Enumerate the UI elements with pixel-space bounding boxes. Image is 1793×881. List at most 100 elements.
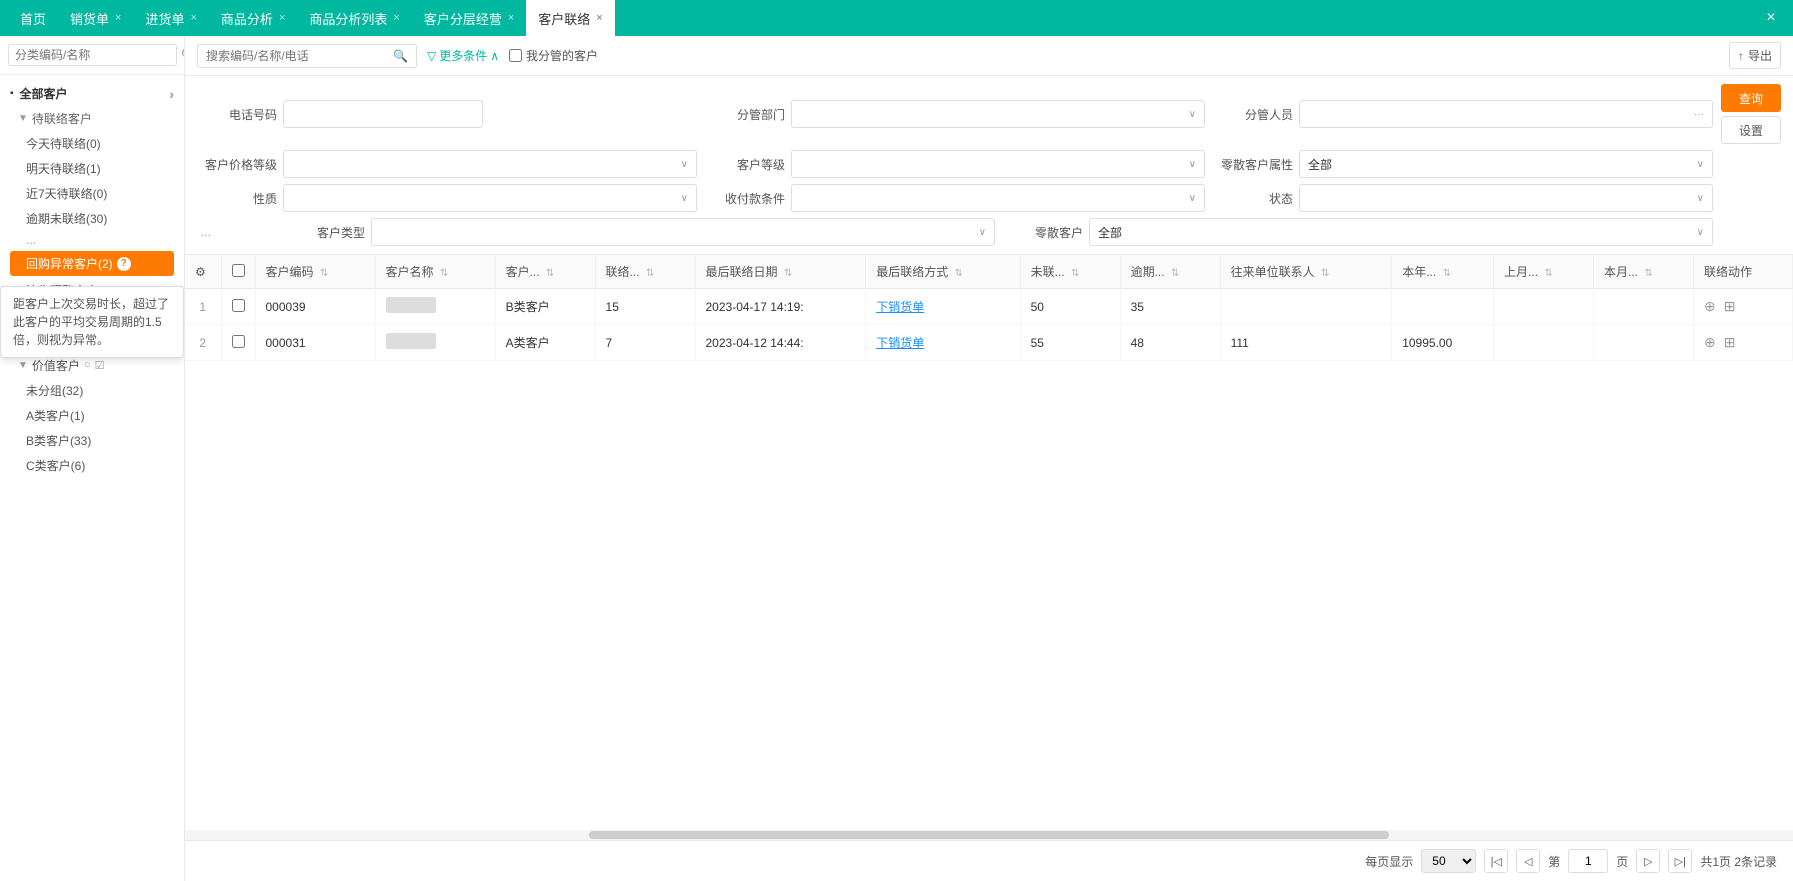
- retail-customer-label: 零散客户: [1003, 224, 1083, 241]
- row2-link-icon[interactable]: ⊕: [1704, 334, 1716, 351]
- row2-contact-count: 7: [595, 325, 695, 361]
- row2-last-month: [1494, 325, 1594, 361]
- more-pending-btn[interactable]: ...: [26, 233, 36, 247]
- more-conditions-btn[interactable]: ▽ 更多条件 ∧: [427, 47, 499, 64]
- pending-group-label[interactable]: ▼ 待联络客户: [10, 106, 174, 131]
- payment-select[interactable]: ∨: [791, 184, 1205, 212]
- th-unit-contact[interactable]: 往来单位联系人 ⇅: [1220, 255, 1392, 289]
- th-last-month[interactable]: 上月... ⇅: [1494, 255, 1594, 289]
- close-product-analysis[interactable]: ×: [279, 12, 285, 24]
- sidebar-item-b-class[interactable]: B类客户(33): [10, 428, 174, 453]
- sidebar-item-tomorrow[interactable]: 明天待联络(1): [10, 156, 174, 181]
- sidebar-item-overdue[interactable]: 逾期未联络(30): [10, 206, 174, 231]
- settings-button[interactable]: 设置: [1721, 116, 1781, 144]
- person-select[interactable]: ···: [1299, 100, 1713, 128]
- sidebar-search-input[interactable]: [8, 44, 177, 66]
- row1-checkbox-cell[interactable]: [221, 289, 255, 325]
- th-checkbox[interactable]: [221, 255, 255, 289]
- th-type[interactable]: 客户... ⇅: [495, 255, 595, 289]
- prev-page-btn[interactable]: ◁: [1516, 849, 1540, 873]
- row2-checkbox-cell[interactable]: [221, 325, 255, 361]
- nav-purchase-order[interactable]: 进货单 ×: [133, 0, 208, 36]
- row1-grid-icon[interactable]: ⊞: [1724, 298, 1736, 315]
- close-sales-order[interactable]: ×: [115, 12, 121, 24]
- nav-product-analysis[interactable]: 商品分析 ×: [209, 0, 297, 36]
- status-select[interactable]: ∨: [1299, 184, 1713, 212]
- query-button[interactable]: 查询: [1721, 84, 1781, 112]
- row1-link-icon[interactable]: ⊕: [1704, 298, 1716, 315]
- payment-label: 收付款条件: [705, 190, 785, 207]
- sidebar-item-today[interactable]: 今天待联络(0): [10, 131, 174, 156]
- select-all-checkbox[interactable]: [232, 264, 245, 277]
- nav-home[interactable]: 首页: [8, 0, 58, 36]
- retail-attr-field: 零散客户属性 全部 ∨: [1213, 150, 1713, 178]
- row1-last-contact-date: 2023-04-17 14:19:: [695, 289, 866, 325]
- th-name[interactable]: 客户名称 ⇅: [375, 255, 495, 289]
- sidebar-item-a-class[interactable]: A类客户(1): [10, 403, 174, 428]
- nav-sales-order[interactable]: 销货单 ×: [58, 0, 133, 36]
- phone-input[interactable]: [283, 100, 483, 128]
- sidebar: 🔍 ▪ 全部客户 › ▼ 待联络客户 今天待联络(0) 明天待联络(1) 近7天…: [0, 36, 185, 881]
- th-settings[interactable]: ⚙: [185, 255, 221, 289]
- th-last-contact-method[interactable]: 最后联络方式 ⇅: [866, 255, 1020, 289]
- next-page-btn[interactable]: ▷: [1636, 849, 1660, 873]
- sidebar-search-icon[interactable]: 🔍: [181, 48, 185, 62]
- sidebar-item-c-class[interactable]: C类客户(6): [10, 453, 174, 478]
- price-group-icon-circle[interactable]: ○: [84, 359, 91, 372]
- th-last-contact-date[interactable]: 最后联络日期 ⇅: [695, 255, 866, 289]
- price-group-label[interactable]: 价值客户: [32, 357, 80, 374]
- sidebar-item-ungraded[interactable]: 未分组(32): [10, 378, 174, 403]
- sidebar-item-7days[interactable]: 近7天待联络(0): [10, 181, 174, 206]
- row1-contact-count: 15: [595, 289, 695, 325]
- gender-select[interactable]: ∨: [283, 184, 697, 212]
- abnormal-info-icon[interactable]: ?: [117, 257, 131, 271]
- nav-customer-contact[interactable]: 客户联络 ×: [526, 0, 614, 36]
- filter-search-icon[interactable]: 🔍: [393, 49, 408, 63]
- first-page-btn[interactable]: |◁: [1484, 849, 1508, 873]
- sidebar-item-abnormal[interactable]: 回购异常客户(2) ?: [10, 251, 174, 276]
- all-customers-title[interactable]: ▪ 全部客户 ›: [10, 81, 174, 106]
- th-code[interactable]: 客户编码 ⇅: [255, 255, 375, 289]
- row2-checkbox[interactable]: [232, 335, 245, 348]
- row1-last-contact-method[interactable]: 下销货单: [866, 289, 1020, 325]
- th-contact-count[interactable]: 联络... ⇅: [595, 255, 695, 289]
- settings-icon[interactable]: ⚙: [195, 265, 206, 279]
- th-this-year[interactable]: 本年... ⇅: [1392, 255, 1494, 289]
- dept-select[interactable]: ∨: [791, 100, 1205, 128]
- my-customers-checkbox[interactable]: 我分管的客户: [509, 47, 598, 64]
- window-close-button[interactable]: ×: [1757, 4, 1785, 32]
- close-customer-tier[interactable]: ×: [508, 12, 514, 24]
- th-this-month[interactable]: 本月... ⇅: [1594, 255, 1694, 289]
- row2-grid-icon[interactable]: ⊞: [1724, 334, 1736, 351]
- top-nav: 首页 销货单 × 进货单 × 商品分析 × 商品分析列表 × 客户分层经营 × …: [0, 0, 1793, 36]
- table-row: 2 000031 A类客户 7 2023-04-12 14:44: 下销货单: [185, 325, 1793, 361]
- export-button[interactable]: ↑ 导出: [1729, 42, 1781, 69]
- filter-more-dots[interactable]: ...: [197, 225, 215, 239]
- status-field: 状态 ∨: [1213, 184, 1713, 212]
- th-uncontacted[interactable]: 未联... ⇅: [1020, 255, 1120, 289]
- th-overdue[interactable]: 逾期... ⇅: [1120, 255, 1220, 289]
- per-page-select[interactable]: 50 20 100: [1421, 849, 1476, 873]
- customer-type-select[interactable]: ∨: [371, 218, 995, 246]
- retail-attr-select[interactable]: 全部 ∨: [1299, 150, 1713, 178]
- retail-customer-select[interactable]: 全部 ∨: [1089, 218, 1713, 246]
- close-product-analysis-list[interactable]: ×: [393, 12, 399, 24]
- last-page-btn[interactable]: ▷|: [1668, 849, 1692, 873]
- price-grade-select[interactable]: ∨: [283, 150, 697, 178]
- filter-search-input[interactable]: [206, 49, 389, 63]
- collapse-btn[interactable]: ›: [169, 86, 174, 102]
- filter-row-3: 性质 ∨ 收付款条件 ∨ 状态: [197, 184, 1781, 212]
- customer-grade-select[interactable]: ∨: [791, 150, 1205, 178]
- page-number-input[interactable]: [1568, 849, 1608, 873]
- close-customer-contact[interactable]: ×: [596, 12, 602, 24]
- row1-type: B类客户: [495, 289, 595, 325]
- row1-checkbox[interactable]: [232, 299, 245, 312]
- nav-customer-tier[interactable]: 客户分层经营 ×: [412, 0, 526, 36]
- nav-product-analysis-list[interactable]: 商品分析列表 ×: [297, 0, 411, 36]
- horizontal-scrollbar[interactable]: [185, 830, 1793, 840]
- sort-code-icon: ⇅: [320, 268, 328, 279]
- my-customers-check[interactable]: [509, 49, 522, 62]
- close-purchase-order[interactable]: ×: [190, 12, 196, 24]
- row2-last-contact-method[interactable]: 下销货单: [866, 325, 1020, 361]
- price-group-icon-check[interactable]: ☑: [95, 359, 105, 372]
